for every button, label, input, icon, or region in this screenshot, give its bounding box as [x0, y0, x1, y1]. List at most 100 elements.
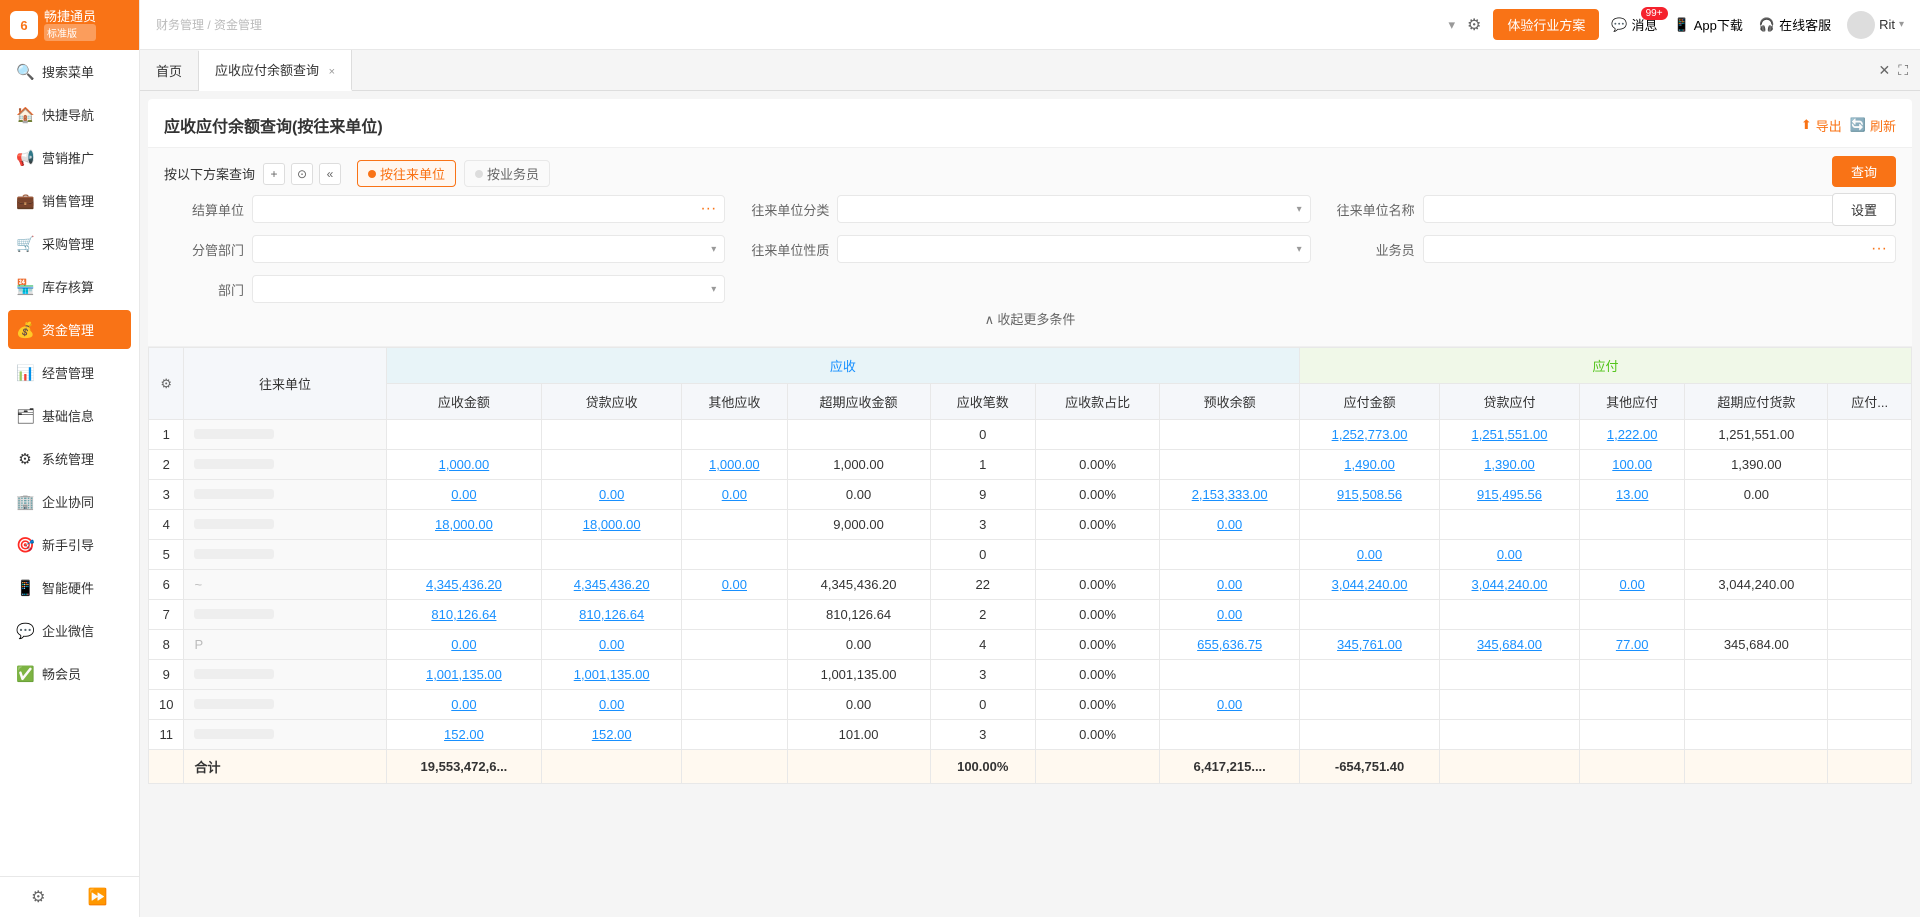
collapse-bar[interactable]: ∧ 收起更多条件	[164, 303, 1896, 334]
sidebar-item-label: 营销推广	[42, 148, 94, 167]
query-button[interactable]: 查询	[1832, 156, 1896, 187]
sidebar-item-marketing[interactable]: 📢 营销推广	[0, 136, 139, 179]
row-ap-overdue: 345,684.00	[1685, 630, 1828, 660]
row-ar-count: 0	[930, 540, 1035, 570]
row-ar-ratio: 0.00%	[1035, 630, 1159, 660]
tab-home[interactable]: 首页	[140, 51, 199, 90]
th-settings[interactable]: ⚙	[149, 348, 184, 420]
topbar-right: 💬 消息 99+ 📱 App下载 🎧 在线客服 Rit ▾	[1611, 11, 1904, 39]
row-ap-loan: 0.00	[1440, 540, 1580, 570]
hardware-icon: 📱	[16, 579, 34, 597]
row-ap-amount: 1,252,773.00	[1300, 420, 1440, 450]
refresh-button[interactable]: 🔄 刷新	[1850, 116, 1896, 135]
filter-partner-category-input[interactable]: ▾	[837, 195, 1310, 223]
row-ar-loan	[542, 450, 682, 480]
topbar-gear-icon[interactable]: ⚙	[1467, 15, 1481, 35]
table-settings-icon[interactable]: ⚙	[160, 376, 172, 391]
row-ar-ratio: 0.00%	[1035, 480, 1159, 510]
sidebar-item-manage[interactable]: 📊 经营管理	[0, 351, 139, 394]
tab-close-window-icon[interactable]: ✕	[1878, 62, 1890, 79]
th-ap-overdue: 超期应付货款	[1685, 384, 1828, 420]
scheme-by-salesman[interactable]: 按业务员	[464, 160, 550, 187]
sidebar-item-label: 库存核算	[42, 277, 94, 296]
footer-empty7	[1579, 750, 1684, 784]
tab-close-icon[interactable]: ×	[329, 66, 335, 78]
row-partner	[184, 510, 386, 540]
add-scheme-button[interactable]: +	[263, 163, 285, 185]
sidebar-item-purchase[interactable]: 🛒 采购管理	[0, 222, 139, 265]
th-ar-other: 其他应收	[682, 384, 787, 420]
solution-button[interactable]: 体验行业方案	[1493, 9, 1599, 40]
sidebar-item-inventory[interactable]: 🏪 库存核算	[0, 265, 139, 308]
table-row: 7 810,126.64 810,126.64 810,126.64 2 0.0…	[149, 600, 1912, 630]
prev-scheme-button[interactable]: «	[319, 163, 341, 185]
sidebar-item-label: 新手引导	[42, 535, 94, 554]
row-ar-count: 22	[930, 570, 1035, 600]
row-ar-amount: 1,000.00	[386, 450, 542, 480]
tab-ar-query[interactable]: 应收应付余额查询 ×	[199, 50, 352, 91]
sidebar-item-basic[interactable]: 🗂 基础信息	[0, 394, 139, 437]
sidebar-item-guide[interactable]: 🎯 新手引导	[0, 523, 139, 566]
message-badge: 99+	[1641, 7, 1668, 20]
sidebar-item-finance[interactable]: 💰 资金管理	[8, 310, 131, 349]
marketing-icon: 📢	[16, 149, 34, 167]
sidebar-item-member[interactable]: ✅ 畅会员	[0, 652, 139, 695]
filter-settlement-input[interactable]: ···	[252, 195, 725, 223]
sidebar-item-sales[interactable]: 💼 销售管理	[0, 179, 139, 222]
tab-maximize-icon[interactable]: ⛶	[1898, 62, 1908, 79]
sidebar-item-search[interactable]: 🔍 搜索菜单	[0, 50, 139, 93]
row-ap-loan	[1440, 660, 1580, 690]
filter-dept-input[interactable]: ▾	[252, 235, 725, 263]
logo-badge: 标准版	[44, 24, 96, 41]
service-label: 在线客服	[1779, 15, 1831, 34]
app-download-button[interactable]: 📱 App下载	[1674, 15, 1743, 34]
row-ar-other: 0.00	[682, 480, 787, 510]
row-ap-loan: 345,684.00	[1440, 630, 1580, 660]
filter-grid: 结算单位 ··· 往来单位分类 ▾ 往来单位	[164, 195, 1896, 303]
sidebar-item-quicknav[interactable]: 🏠 快捷导航	[0, 93, 139, 136]
sidebar-item-label: 搜索菜单	[42, 62, 94, 81]
row-ap-amount: 915,508.56	[1300, 480, 1440, 510]
row-partner	[184, 480, 386, 510]
row-ap-amount: 3,044,240.00	[1300, 570, 1440, 600]
edit-scheme-button[interactable]: ⊙	[291, 163, 313, 185]
row-ar-other: 0.00	[682, 570, 787, 600]
filter-sub-dept-input[interactable]: ▾	[252, 275, 725, 303]
inventory-icon: 🏪	[16, 278, 34, 296]
filter-partner-category: 往来单位分类 ▾	[749, 195, 1310, 223]
logo-icon: 6	[10, 11, 38, 39]
filter-partner-name-input[interactable]	[1423, 195, 1896, 223]
filter-salesman-input[interactable]: ···	[1423, 235, 1896, 263]
row-ar-loan: 1,001,135.00	[542, 660, 682, 690]
scheme-by-partner[interactable]: 按往来单位	[357, 160, 456, 187]
export-button[interactable]: ⬆ 导出	[1801, 116, 1842, 135]
filter-partner-nature-input[interactable]: ▾	[837, 235, 1310, 263]
filter-dept: 分管部门 ▾	[164, 235, 725, 263]
sales-icon: 💼	[16, 192, 34, 210]
user-area[interactable]: Rit ▾	[1847, 11, 1904, 39]
sidebar-item-wechat[interactable]: 💬 企业微信	[0, 609, 139, 652]
breadcrumb-dropdown-icon[interactable]: ▾	[1448, 17, 1455, 33]
page-inner: 应收应付余额查询(按往来单位) ⬆ 导出 🔄 刷新 按以下方案查询	[148, 99, 1912, 784]
table-row: 4 18,000.00 18,000.00 9,000.00 3 0.00% 0…	[149, 510, 1912, 540]
message-button[interactable]: 💬 消息 99+	[1611, 15, 1657, 34]
service-button[interactable]: 🎧 在线客服	[1759, 15, 1831, 34]
row-ap-more	[1828, 690, 1912, 720]
row-ap-loan	[1440, 720, 1580, 750]
row-ap-other: 13.00	[1579, 480, 1684, 510]
row-ar-overdue: 0.00	[787, 480, 930, 510]
collapse-icon[interactable]: ⏩	[88, 887, 108, 907]
row-ap-overdue: 0.00	[1685, 480, 1828, 510]
row-ap-overdue	[1685, 510, 1828, 540]
row-ap-amount: 0.00	[1300, 540, 1440, 570]
sidebar-item-system[interactable]: ⚙ 系统管理	[0, 437, 139, 480]
th-ar-group: 应收	[386, 348, 1299, 384]
sidebar-item-hardware[interactable]: 📱 智能硬件	[0, 566, 139, 609]
settings-gear-icon[interactable]: ⚙	[31, 887, 45, 907]
set-button[interactable]: 设置	[1832, 193, 1896, 226]
row-ar-loan: 4,345,436.20	[542, 570, 682, 600]
search-label: 按以下方案查询	[164, 164, 255, 183]
footer-empty	[149, 750, 184, 784]
sidebar-item-corp[interactable]: 🏢 企业协同	[0, 480, 139, 523]
row-ap-amount: 345,761.00	[1300, 630, 1440, 660]
